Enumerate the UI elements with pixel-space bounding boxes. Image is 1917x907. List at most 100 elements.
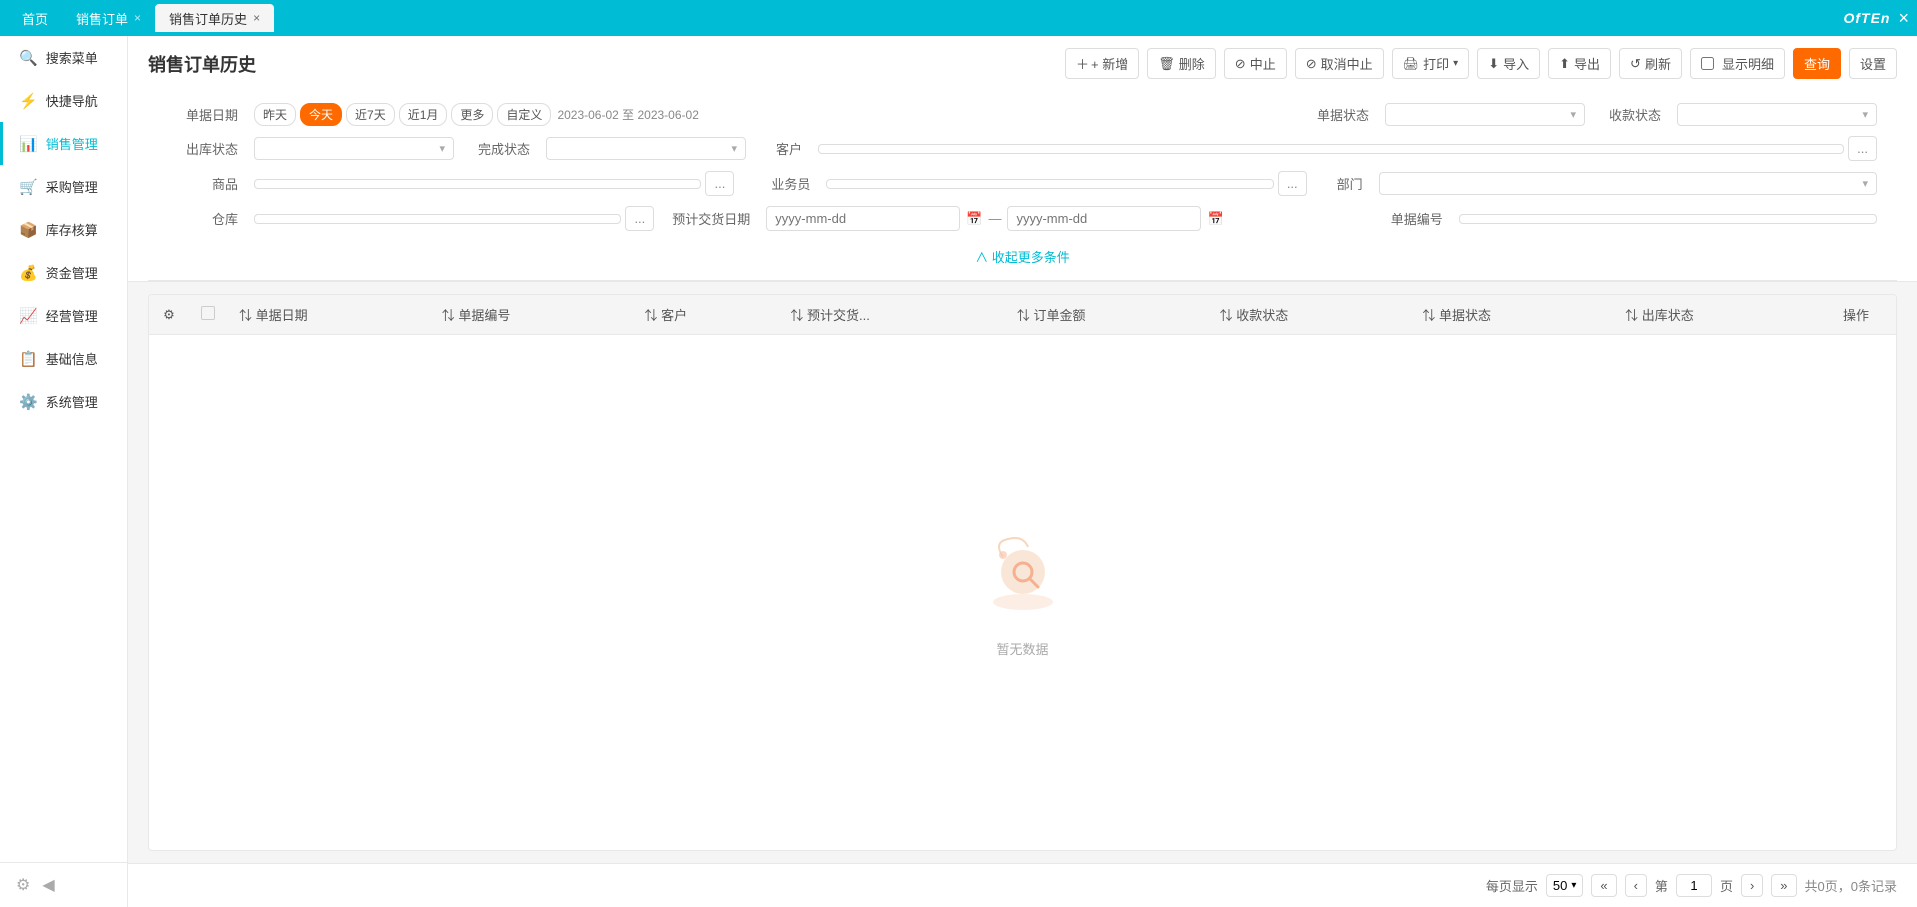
settings-button[interactable]: 设置 bbox=[1849, 48, 1897, 79]
date-range-display: 2023-06-02 至 2023-06-02 bbox=[557, 106, 698, 123]
date-more-btn[interactable]: 更多 bbox=[451, 103, 493, 126]
close-all-btn[interactable]: × bbox=[1898, 8, 1909, 29]
stop-button[interactable]: ⊘ 中止 bbox=[1224, 48, 1287, 79]
customer-input[interactable] bbox=[818, 144, 1844, 154]
page-size-select[interactable]: 50 ▾ bbox=[1546, 874, 1584, 897]
prev-page-btn[interactable]: ‹ bbox=[1625, 874, 1647, 897]
department-select[interactable]: ▾ bbox=[1379, 172, 1877, 195]
delivery-date-label: 预计交货日期 bbox=[670, 209, 750, 228]
sidebar-item-sales-mgmt[interactable]: 📊 销售管理 bbox=[0, 122, 127, 165]
date-1month-btn[interactable]: 近1月 bbox=[399, 103, 448, 126]
delete-icon: 🗑 bbox=[1158, 56, 1175, 72]
brand-label: OfTEn bbox=[1843, 10, 1890, 26]
close-icon[interactable]: × bbox=[134, 11, 141, 25]
cancel-stop-button[interactable]: ⊘ 取消中止 bbox=[1295, 48, 1384, 79]
total-info: 共0页，0条记录 bbox=[1805, 876, 1897, 895]
chevron-down-icon: ▾ bbox=[1862, 177, 1868, 190]
show-detail-checkbox[interactable] bbox=[1701, 57, 1714, 70]
col-action: 操作 bbox=[1816, 295, 1896, 335]
col-number[interactable]: ⇅ 单据编号 bbox=[430, 295, 633, 335]
goods-ellipsis-btn[interactable]: ... bbox=[705, 171, 734, 196]
col-settings[interactable]: ⚙ bbox=[149, 295, 189, 335]
col-customer[interactable]: ⇅ 客户 bbox=[633, 295, 779, 335]
sidebar-item-quick-nav[interactable]: ⚡ 快捷导航 bbox=[0, 79, 127, 122]
sidebar-item-system-mgmt[interactable]: ⚙️ 系统管理 bbox=[0, 380, 127, 423]
last-page-btn[interactable]: » bbox=[1771, 874, 1796, 897]
date-7days-btn[interactable]: 近7天 bbox=[346, 103, 395, 126]
close-icon[interactable]: × bbox=[253, 11, 260, 25]
col-outbound-status[interactable]: ⇅ 出库状态 bbox=[1613, 295, 1816, 335]
delivery-date-start[interactable] bbox=[766, 206, 960, 231]
col-amount[interactable]: ⇅ 订单金额 bbox=[1005, 295, 1208, 335]
warehouse-ellipsis-btn[interactable]: ... bbox=[625, 206, 654, 231]
order-number-input[interactable] bbox=[1459, 214, 1877, 224]
sidebar-item-operations[interactable]: 📈 经营管理 bbox=[0, 294, 127, 337]
customer-ellipsis-btn[interactable]: ... bbox=[1848, 136, 1877, 161]
new-button[interactable]: ＋ + 新增 bbox=[1065, 48, 1139, 79]
table-empty-area: 暂无数据 bbox=[149, 335, 1896, 850]
outbound-status-select[interactable]: ▾ bbox=[254, 137, 454, 160]
date-today-btn[interactable]: 今天 bbox=[300, 103, 342, 126]
table-wrapper: ⚙ ⇅ 单据日期 ⇅ 单据编号 ⇅ 客户 bbox=[148, 294, 1897, 851]
date-quick-btns: 昨天 今天 近7天 近1月 更多 自定义 bbox=[254, 103, 551, 126]
query-button[interactable]: 查询 bbox=[1793, 48, 1841, 79]
sidebar-item-inventory[interactable]: 📦 库存核算 bbox=[0, 208, 127, 251]
delivery-date-control: 📅 — 📅 bbox=[766, 206, 1366, 231]
money-icon: 💰 bbox=[19, 264, 38, 282]
col-checkbox bbox=[189, 295, 227, 335]
delivery-date-end[interactable] bbox=[1007, 206, 1201, 231]
payment-status-select[interactable]: ▾ bbox=[1677, 103, 1877, 126]
order-status-select[interactable]: ▾ bbox=[1385, 103, 1585, 126]
refresh-button[interactable]: ↺ 刷新 bbox=[1619, 48, 1682, 79]
page-suffix-label: 页 bbox=[1720, 876, 1733, 895]
empty-illustration bbox=[973, 527, 1073, 627]
salesperson-ellipsis-btn[interactable]: ... bbox=[1278, 171, 1307, 196]
sidebar: 🔍 搜索菜单 ⚡ 快捷导航 📊 销售管理 🛒 采购管理 📦 库存核算 💰 资金管… bbox=[0, 36, 128, 907]
first-page-btn[interactable]: « bbox=[1591, 874, 1616, 897]
page-title-row: 销售订单历史 ＋ + 新增 🗑 删除 ⊘ 中止 ⊘ bbox=[148, 48, 1897, 79]
data-table: ⚙ ⇅ 单据日期 ⇅ 单据编号 ⇅ 客户 bbox=[149, 295, 1896, 335]
export-icon: ⬆ bbox=[1559, 56, 1570, 72]
collapse-filter-btn[interactable]: ∧ 收起更多条件 bbox=[168, 241, 1877, 268]
col-order-status[interactable]: ⇅ 单据状态 bbox=[1410, 295, 1613, 335]
date-custom-btn[interactable]: 自定义 bbox=[497, 103, 551, 126]
show-detail-toggle[interactable]: 显示明细 bbox=[1690, 48, 1785, 79]
sidebar-item-search-menu[interactable]: 🔍 搜索菜单 bbox=[0, 36, 127, 79]
table-section: ⚙ ⇅ 单据日期 ⇅ 单据编号 ⇅ 客户 bbox=[128, 282, 1917, 863]
delete-button[interactable]: 🗑 删除 bbox=[1147, 48, 1216, 79]
select-all-checkbox[interactable] bbox=[201, 306, 215, 320]
col-date[interactable]: ⇅ 单据日期 bbox=[227, 295, 430, 335]
goods-control: ... bbox=[254, 171, 734, 196]
warehouse-input[interactable] bbox=[254, 214, 621, 224]
date-separator: — bbox=[988, 211, 1001, 226]
page-number-input[interactable] bbox=[1676, 874, 1712, 897]
cancel-stop-icon: ⊘ bbox=[1306, 56, 1317, 72]
tab-home[interactable]: 首页 bbox=[8, 4, 62, 32]
import-button[interactable]: ⬇ 导入 bbox=[1477, 48, 1540, 79]
page-size-arrow-icon: ▾ bbox=[1571, 880, 1576, 891]
sidebar-item-purchase-mgmt[interactable]: 🛒 采购管理 bbox=[0, 165, 127, 208]
collapse-sidebar-icon[interactable]: ◀ bbox=[42, 875, 54, 895]
settings-icon[interactable]: ⚙ bbox=[16, 875, 30, 895]
col-payment-status[interactable]: ⇅ 收款状态 bbox=[1208, 295, 1411, 335]
next-page-btn[interactable]: › bbox=[1741, 874, 1763, 897]
content-area: 销售订单历史 ＋ + 新增 🗑 删除 ⊘ 中止 ⊘ bbox=[128, 36, 1917, 907]
salesperson-input[interactable] bbox=[826, 179, 1273, 189]
export-button[interactable]: ⬆ 导出 bbox=[1548, 48, 1611, 79]
tab-sales-order-history[interactable]: 销售订单历史 × bbox=[155, 4, 274, 32]
sidebar-item-basic-info[interactable]: 📋 基础信息 bbox=[0, 337, 127, 380]
goods-input[interactable] bbox=[254, 179, 701, 189]
refresh-icon: ↺ bbox=[1630, 56, 1641, 72]
col-delivery-date[interactable]: ⇅ 预计交货... bbox=[778, 295, 1004, 335]
print-arrow-icon: ▾ bbox=[1453, 58, 1458, 69]
sidebar-item-capital-mgmt[interactable]: 💰 资金管理 bbox=[0, 251, 127, 294]
date-yesterday-btn[interactable]: 昨天 bbox=[254, 103, 296, 126]
salesperson-control: ... bbox=[826, 171, 1306, 196]
customer-control: ... bbox=[818, 136, 1877, 161]
filter-row-1: 单据日期 昨天 今天 近7天 近1月 更多 自定义 2023-06-02 至 2… bbox=[168, 103, 1877, 126]
complete-status-select[interactable]: ▾ bbox=[546, 137, 746, 160]
filter-row-4: 仓库 ... 预计交货日期 📅 — 📅 单据编号 bbox=[168, 206, 1877, 231]
page-size-label: 每页显示 bbox=[1486, 876, 1538, 895]
tab-sales-order[interactable]: 销售订单 × bbox=[62, 4, 155, 32]
print-button[interactable]: 🖨 打印 ▾ bbox=[1392, 48, 1470, 79]
